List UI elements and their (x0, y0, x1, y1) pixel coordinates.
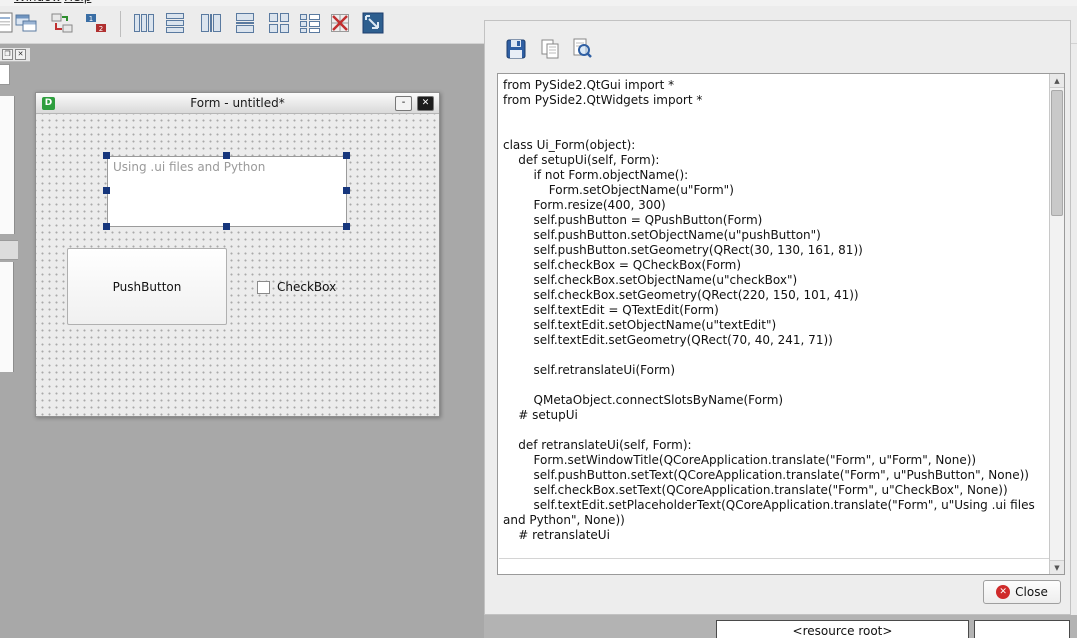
code-line (503, 108, 1047, 123)
dock-close-icon[interactable]: ✕ (15, 49, 26, 60)
checkbox-indicator[interactable] (257, 281, 270, 294)
adjust-size-icon[interactable] (361, 11, 385, 35)
checkbox-label: CheckBox (277, 280, 336, 294)
form-window-titlebar[interactable]: D Form - untitled* - ✕ (36, 93, 439, 114)
selection-handle[interactable] (103, 152, 110, 159)
break-layout-icon[interactable] (328, 11, 352, 35)
code-line: self.pushButton.setGeometry(QRect(30, 13… (503, 243, 1047, 258)
code-line: self.pushButton = QPushButton(Form) (503, 213, 1047, 228)
menu-help[interactable]: Help (64, 0, 91, 4)
selection-handle[interactable] (223, 152, 230, 159)
code-line (503, 123, 1047, 138)
code-line: from PySide2.QtWidgets import * (503, 93, 1047, 108)
code-line: self.checkBox.setGeometry(QRect(220, 150… (503, 288, 1047, 303)
vertical-scrollbar[interactable]: ▲ ▼ (1049, 74, 1064, 574)
copy-icon[interactable] (538, 37, 562, 61)
toolbar-separator (120, 11, 121, 37)
resource-panel-fragment: <resource root> (484, 615, 1077, 638)
find-icon[interactable] (570, 37, 594, 61)
code-line: if not Form.objectName(): (503, 168, 1047, 183)
selection-handle[interactable] (343, 223, 350, 230)
dock-titlebar-fragment: ❐ ✕ (0, 48, 30, 62)
form-canvas[interactable]: Using .ui files and Python PushButton Ch… (36, 114, 439, 416)
code-line: Form.resize(400, 300) (503, 198, 1047, 213)
code-line: Form.setWindowTitle(QCoreApplication.tra… (503, 453, 1047, 468)
code-line: self.pushButton.setObjectName(u"pushButt… (503, 228, 1047, 243)
scroll-up-icon[interactable]: ▲ (1050, 74, 1064, 88)
resource-panel-box[interactable] (974, 620, 1070, 638)
mdi-area: ❐ ✕ D Form - untitled* - ✕ Using .ui fil… (0, 44, 484, 638)
layout-vertical-icon[interactable] (163, 11, 187, 35)
save-icon[interactable] (504, 37, 528, 61)
widgetbox-list-fragment (0, 96, 15, 234)
code-line: def retranslateUi(self, Form): (503, 438, 1047, 453)
code-line: self.checkBox.setText(QCoreApplication.t… (503, 483, 1047, 498)
close-icon: ✕ (996, 585, 1010, 599)
edit-widgets-icon[interactable] (14, 11, 38, 35)
code-line: class Ui_Form(object): (503, 138, 1047, 153)
layout-horizontal-icon[interactable] (132, 11, 156, 35)
code-line: self.textEdit.setPlaceholderText(QCoreAp… (503, 498, 1047, 513)
widgetbox-list-fragment-2 (0, 262, 14, 372)
layout-form-icon[interactable] (298, 11, 322, 35)
selection-handle[interactable] (223, 223, 230, 230)
code-line: Form.setObjectName(u"Form") (503, 183, 1047, 198)
layout-grid-icon[interactable] (267, 11, 291, 35)
code-line: from PySide2.QtGui import * (503, 78, 1047, 93)
edit-signals-slots-icon[interactable] (50, 11, 74, 35)
code-line: and Python", None)) (503, 513, 1047, 528)
close-button[interactable]: ✕ Close (983, 580, 1061, 604)
checkbox-widget[interactable]: CheckBox (257, 280, 336, 294)
widgetbox-filter-input-fragment[interactable] (0, 64, 10, 85)
code-line: self.pushButton.setText(QCoreApplication… (503, 468, 1047, 483)
code-line: self.retranslateUi(Form) (503, 363, 1047, 378)
code-line: QMetaObject.connectSlotsByName(Form) (503, 393, 1047, 408)
code-line (503, 378, 1047, 393)
close-window-button[interactable]: ✕ (417, 96, 434, 111)
code-line: # setupUi (503, 408, 1047, 423)
code-line (503, 423, 1047, 438)
layout-horizontal-splitter-icon[interactable] (199, 11, 223, 35)
layout-vertical-splitter-icon[interactable] (233, 11, 257, 35)
code-line: self.textEdit = QTextEdit(Form) (503, 303, 1047, 318)
code-view: from PySide2.QtGui import *from PySide2.… (497, 73, 1065, 575)
qt-designer-screen: Window Help 12 (0, 0, 1077, 638)
scrollbar-thumb[interactable] (1051, 90, 1063, 216)
scroll-down-icon[interactable]: ▼ (1050, 560, 1064, 574)
code-line: self.checkBox.setObjectName(u"checkBox") (503, 273, 1047, 288)
textedit-widget[interactable]: Using .ui files and Python (107, 156, 347, 227)
selection-handle[interactable] (343, 187, 350, 194)
resource-root-item[interactable]: <resource root> (716, 620, 969, 638)
code-line: self.checkBox = QCheckBox(Form) (503, 258, 1047, 273)
selection-handle[interactable] (343, 152, 350, 159)
code-line: # retranslateUi (503, 528, 1047, 543)
widgetbox-category-fragment[interactable] (0, 240, 18, 260)
code-view-divider (499, 558, 1049, 559)
selection-handle[interactable] (103, 187, 110, 194)
code-text[interactable]: from PySide2.QtGui import *from PySide2.… (498, 74, 1049, 558)
form-window-title: Form - untitled* (36, 96, 439, 110)
code-line (503, 348, 1047, 363)
form-editor-window: D Form - untitled* - ✕ Using .ui files a… (35, 92, 440, 417)
code-preview-dialog: from PySide2.QtGui import *from PySide2.… (484, 20, 1071, 615)
menu-window[interactable]: Window (14, 0, 61, 4)
dock-float-icon[interactable]: ❐ (2, 49, 13, 60)
textedit-placeholder: Using .ui files and Python (113, 160, 265, 174)
code-line: self.textEdit.setObjectName(u"textEdit") (503, 318, 1047, 333)
edit-tab-order-icon[interactable]: 12 (84, 11, 108, 35)
svg-text:1: 1 (89, 15, 93, 23)
code-line: def setupUi(self, Form): (503, 153, 1047, 168)
code-line: self.textEdit.setGeometry(QRect(70, 40, … (503, 333, 1047, 348)
selection-handle[interactable] (103, 223, 110, 230)
pushbutton-widget[interactable]: PushButton (67, 248, 227, 325)
minimize-button[interactable]: - (395, 96, 412, 111)
svg-text:2: 2 (99, 25, 103, 33)
close-button-label: Close (1015, 585, 1048, 599)
